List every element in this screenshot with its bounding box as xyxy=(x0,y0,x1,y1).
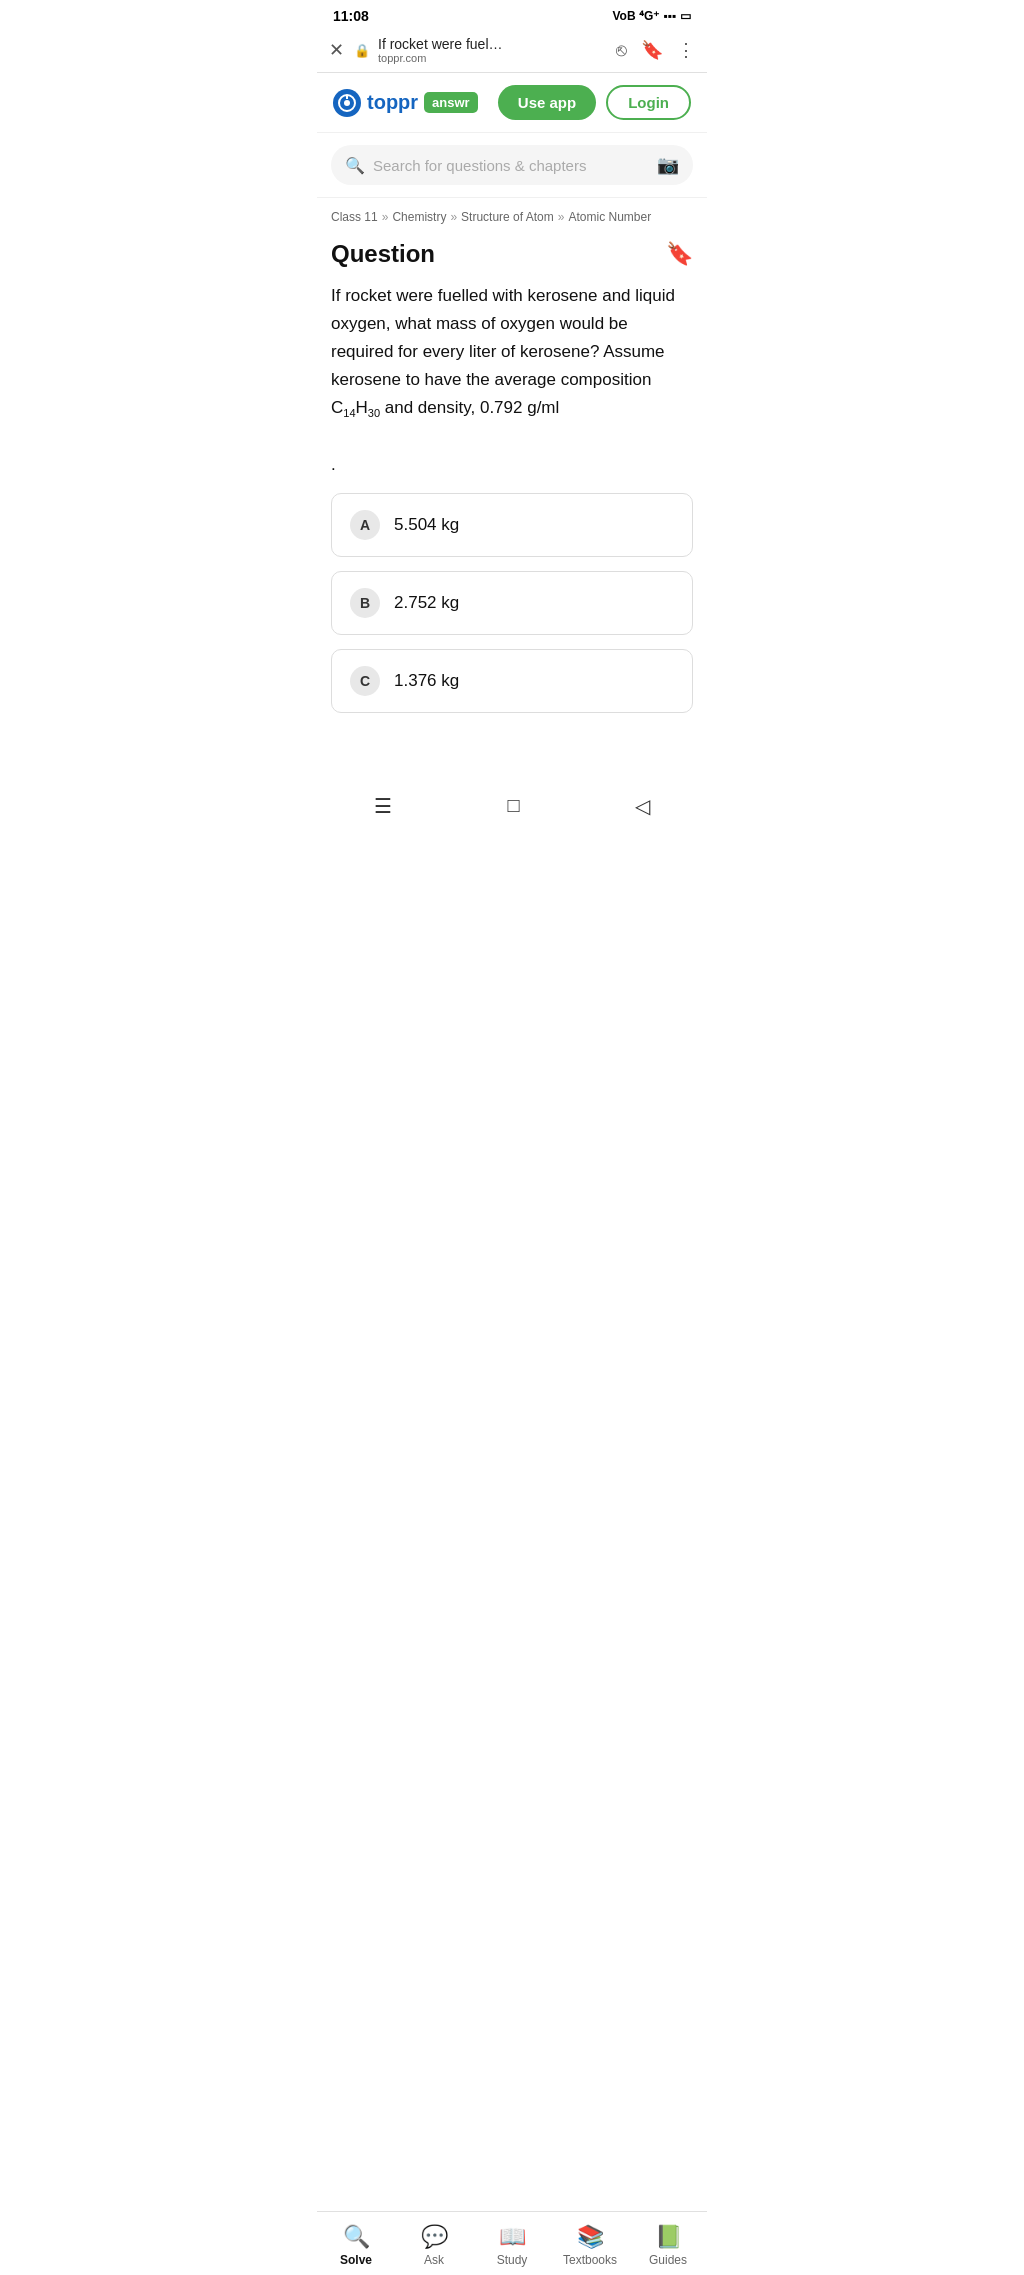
use-app-button[interactable]: Use app xyxy=(498,85,596,120)
option-c-badge: C xyxy=(350,666,380,696)
search-icon: 🔍 xyxy=(345,156,365,175)
svg-point-1 xyxy=(344,100,350,106)
browser-url-area: 🔒 If rocket were fuel… toppr.com xyxy=(354,36,606,64)
browser-actions: ⎋ 🔖 ⋮ xyxy=(616,39,695,61)
option-c[interactable]: C 1.376 kg xyxy=(331,649,693,713)
toppr-brand-name: toppr xyxy=(367,91,418,114)
option-b[interactable]: B 2.752 kg xyxy=(331,571,693,635)
status-bar: 11:08 VoB ⁴G⁺ ▪▪▪ ▭ xyxy=(317,0,707,28)
option-b-text: 2.752 kg xyxy=(394,593,459,613)
android-nav-bar: ☰ □ ◁ xyxy=(317,785,707,835)
breadcrumb-sep-2: » xyxy=(450,210,457,224)
breadcrumb-sep-1: » xyxy=(382,210,389,224)
breadcrumb: Class 11 » Chemistry » Structure of Atom… xyxy=(317,198,707,228)
android-menu-icon[interactable]: ☰ xyxy=(374,794,392,818)
more-icon[interactable]: ⋮ xyxy=(677,39,695,61)
android-back-icon[interactable]: ◁ xyxy=(635,794,650,818)
status-icons: VoB ⁴G⁺ ▪▪▪ ▭ xyxy=(612,9,691,23)
option-a-badge: A xyxy=(350,510,380,540)
signal-icon: ▪▪▪ xyxy=(663,9,676,23)
breadcrumb-item-structure-of-atom[interactable]: Structure of Atom xyxy=(461,210,554,224)
search-box[interactable]: 🔍 Search for questions & chapters 📷 xyxy=(331,145,693,185)
share-icon[interactable]: ⎋ xyxy=(616,40,627,61)
network-icon: VoB ⁴G⁺ xyxy=(612,9,659,23)
breadcrumb-sep-3: » xyxy=(558,210,565,224)
lock-icon: 🔒 xyxy=(354,43,370,58)
question-text: If rocket were fuelled with kerosene and… xyxy=(331,282,693,479)
browser-domain: toppr.com xyxy=(378,52,606,64)
toppr-brand: toppr answr xyxy=(333,89,478,117)
android-home-icon[interactable]: □ xyxy=(507,794,519,817)
toppr-logo-icon xyxy=(333,89,361,117)
battery-icon: ▭ xyxy=(680,9,691,23)
question-label: Question xyxy=(331,240,435,268)
login-button[interactable]: Login xyxy=(606,85,691,120)
browser-title: If rocket were fuel… xyxy=(378,36,606,52)
bookmark-browser-icon[interactable]: 🔖 xyxy=(641,39,663,61)
option-a-text: 5.504 kg xyxy=(394,515,459,535)
option-c-text: 1.376 kg xyxy=(394,671,459,691)
option-a[interactable]: A 5.504 kg xyxy=(331,493,693,557)
breadcrumb-item-chemistry[interactable]: Chemistry xyxy=(392,210,446,224)
status-time: 11:08 xyxy=(333,8,369,24)
breadcrumb-item-class11[interactable]: Class 11 xyxy=(331,210,378,224)
option-b-badge: B xyxy=(350,588,380,618)
toppr-header: toppr answr Use app Login xyxy=(317,73,707,133)
camera-icon[interactable]: 📷 xyxy=(657,154,679,176)
question-header: Question 🔖 xyxy=(331,240,693,268)
header-buttons: Use app Login xyxy=(498,85,691,120)
browser-close-button[interactable]: ✕ xyxy=(329,39,344,61)
browser-bar: ✕ 🔒 If rocket were fuel… toppr.com ⎋ 🔖 ⋮ xyxy=(317,28,707,73)
content-area: Question 🔖 If rocket were fuelled with k… xyxy=(317,228,707,725)
answr-badge: answr xyxy=(424,92,478,113)
breadcrumb-item-atomic-number[interactable]: Atomic Number xyxy=(568,210,651,224)
search-input[interactable]: Search for questions & chapters xyxy=(373,157,649,174)
browser-title-wrap[interactable]: If rocket were fuel… toppr.com xyxy=(378,36,606,64)
options-list: A 5.504 kg B 2.752 kg C 1.376 kg xyxy=(331,493,693,713)
search-area: 🔍 Search for questions & chapters 📷 xyxy=(317,133,707,198)
question-bookmark-icon[interactable]: 🔖 xyxy=(666,241,693,267)
